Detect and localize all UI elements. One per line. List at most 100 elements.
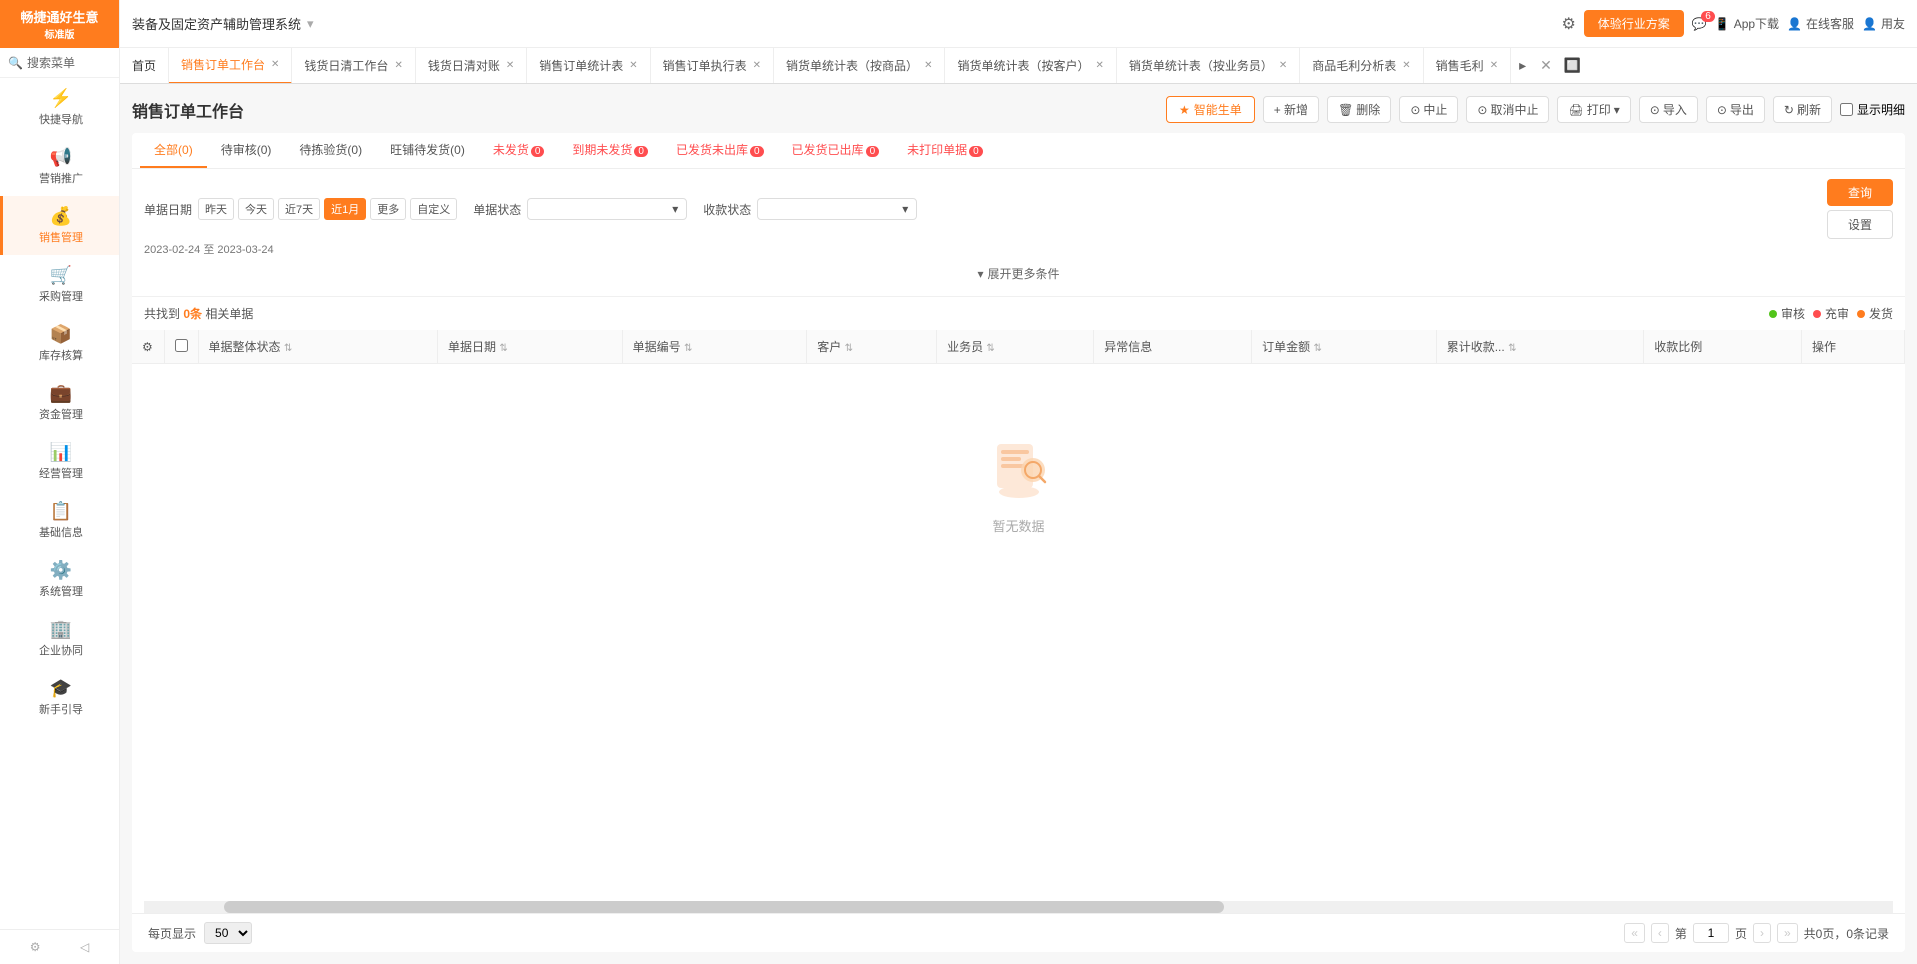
tab-sales-order[interactable]: 销售订单工作台 ✕ — [169, 48, 292, 84]
last-page-btn[interactable]: » — [1777, 923, 1798, 943]
export-btn[interactable]: ⊙ 导出 — [1706, 96, 1765, 123]
col-amount[interactable]: 订单金额 ⇅ — [1252, 330, 1437, 364]
sidebar-item-basic-info[interactable]: 📋 基础信息 — [0, 491, 119, 550]
col-collected[interactable]: 累计收款... ⇅ — [1436, 330, 1644, 364]
date-btn-today[interactable]: 今天 — [238, 198, 274, 220]
tab-pin-btn[interactable]: ✕ — [1534, 57, 1558, 74]
sidebar-search[interactable]: 🔍 搜索菜单 — [0, 48, 119, 78]
tab-sales-exec[interactable]: 销售订单执行表 ✕ — [651, 48, 774, 84]
tab-cash-daily-close[interactable]: ✕ — [394, 60, 402, 71]
show-detail-checkbox[interactable] — [1840, 103, 1853, 116]
filter-tab-not-printed[interactable]: 未打印单据0 — [893, 133, 997, 168]
app-download-btn[interactable]: 📱 App下载 — [1715, 15, 1779, 32]
sidebar-item-basic-info-label: 基础信息 — [39, 524, 83, 540]
tab-sales-profit-close[interactable]: ✕ — [1490, 60, 1498, 71]
date-btn-custom[interactable]: 自定义 — [410, 198, 457, 220]
tab-sales-profit[interactable]: 销售毛利 ✕ — [1424, 48, 1511, 84]
expand-more-btn[interactable]: ▾ 展开更多条件 — [144, 261, 1893, 286]
col-salesperson[interactable]: 业务员 ⇅ — [937, 330, 1094, 364]
online-service-btn[interactable]: 👤 在线客服 — [1787, 15, 1854, 32]
filter-tab-pending-review[interactable]: 待审核(0) — [207, 133, 286, 168]
filter-tab-pending-inspection[interactable]: 待拣验货(0) — [285, 133, 376, 168]
tab-unpin-btn[interactable]: 🔲 — [1558, 57, 1587, 74]
tab-sales-by-staff-close[interactable]: ✕ — [1279, 60, 1287, 71]
stop-btn[interactable]: ⊙ 中止 — [1399, 96, 1458, 123]
sidebar-item-guide[interactable]: 🎓 新手引导 — [0, 668, 119, 727]
prev-page-btn[interactable]: ‹ — [1651, 923, 1669, 943]
tab-more-btn[interactable]: ▸ — [1511, 57, 1534, 74]
delete-btn[interactable]: 🗑 删除 — [1327, 96, 1391, 123]
show-detail-toggle[interactable]: 显示明细 — [1840, 101, 1905, 118]
sidebar-item-marketing[interactable]: 📢 营销推广 — [0, 137, 119, 196]
user-btn[interactable]: 👤 用友 — [1862, 15, 1905, 32]
horizontal-scrollbar[interactable] — [144, 901, 1893, 913]
date-btn-last7[interactable]: 近7天 — [278, 198, 320, 220]
date-btn-more[interactable]: 更多 — [370, 198, 406, 220]
tab-cash-reconcile-close[interactable]: ✕ — [506, 60, 514, 71]
sidebar-item-inventory[interactable]: 📦 库存核算 — [0, 314, 119, 373]
filter-tab-expired-not-shipped[interactable]: 到期未发货0 — [558, 133, 662, 168]
scrollbar-thumb[interactable] — [224, 901, 1224, 913]
filter-tab-wangpu[interactable]: 旺铺待发货(0) — [376, 133, 479, 168]
filter-tab-shipped-not-out[interactable]: 已发货未出库0 — [662, 133, 778, 168]
tab-home[interactable]: 首页 — [120, 48, 169, 84]
tab-sales-stats[interactable]: 销售订单统计表 ✕ — [527, 48, 650, 84]
tab-sales-order-close[interactable]: ✕ — [271, 59, 279, 70]
unreviewed-btn[interactable]: 充审 — [1813, 305, 1849, 322]
print-btn[interactable]: 🖨 打印 ▾ — [1557, 96, 1630, 123]
topbar-gear-icon[interactable]: ⚙ — [1561, 14, 1575, 34]
dropdown-icon[interactable]: ▾ — [307, 16, 314, 32]
tab-margin-analysis-close[interactable]: ✕ — [1402, 60, 1410, 71]
first-page-btn[interactable]: « — [1624, 923, 1645, 943]
tab-sales-by-customer[interactable]: 销货单统计表（按客户） ✕ — [945, 48, 1116, 84]
filter-tab-not-shipped[interactable]: 未发货0 — [479, 133, 559, 168]
add-btn[interactable]: + 新增 — [1263, 96, 1319, 123]
date-btn-last1m[interactable]: 近1月 — [324, 198, 366, 220]
col-settings[interactable]: ⚙ — [132, 330, 164, 364]
tab-margin-analysis[interactable]: 商品毛利分析表 ✕ — [1300, 48, 1423, 84]
review-btn[interactable]: 审核 — [1769, 305, 1805, 322]
ship-btn[interactable]: 发货 — [1857, 305, 1893, 322]
page-input[interactable] — [1693, 923, 1729, 943]
sidebar-settings-icon[interactable]: ⚙ — [30, 940, 41, 954]
message-btn[interactable]: 💬 6 — [1692, 17, 1707, 31]
per-page-select[interactable]: 50 — [204, 922, 252, 944]
sidebar-item-purchase[interactable]: 🛒 采购管理 — [0, 255, 119, 314]
next-page-btn[interactable]: › — [1753, 923, 1771, 943]
col-checkbox[interactable] — [164, 330, 198, 364]
col-date[interactable]: 单据日期 ⇅ — [438, 330, 623, 364]
cancel-stop-btn[interactable]: ⊙ 取消中止 — [1466, 96, 1549, 123]
filter-tab-all[interactable]: 全部(0) — [140, 133, 207, 168]
tab-sales-stats-close[interactable]: ✕ — [629, 60, 637, 71]
filter-tab-shipped-out[interactable]: 已发货已出库0 — [778, 133, 894, 168]
sort-date-icon: ⇅ — [499, 343, 507, 354]
trial-btn[interactable]: 体验行业方案 — [1584, 10, 1684, 37]
col-status[interactable]: 单据整体状态 ⇅ — [198, 330, 438, 364]
tab-sales-exec-close[interactable]: ✕ — [753, 60, 761, 71]
select-all-checkbox[interactable] — [175, 339, 188, 352]
tab-sales-by-customer-close[interactable]: ✕ — [1095, 60, 1103, 71]
sidebar-item-sales[interactable]: 💰 销售管理 — [0, 196, 119, 255]
date-btn-yesterday[interactable]: 昨天 — [198, 198, 234, 220]
sidebar-item-enterprise[interactable]: 🏢 企业协同 — [0, 609, 119, 668]
col-number[interactable]: 单据编号 ⇅ — [622, 330, 807, 364]
payment-select[interactable]: ▾ — [757, 198, 917, 220]
import-btn[interactable]: ⊙ 导入 — [1639, 96, 1698, 123]
sidebar-item-operations[interactable]: 📊 经营管理 — [0, 432, 119, 491]
set-btn[interactable]: 设置 — [1827, 210, 1893, 239]
tab-sales-by-product[interactable]: 销货单统计表（按商品） ✕ — [774, 48, 945, 84]
tab-cash-reconcile[interactable]: 钱货日清对账 ✕ — [416, 48, 527, 84]
sidebar-item-finance[interactable]: 💼 资金管理 — [0, 373, 119, 432]
col-customer[interactable]: 客户 ⇅ — [807, 330, 937, 364]
smart-generate-btn[interactable]: ★ 智能生单 — [1166, 96, 1255, 123]
refresh-btn[interactable]: ↻ 刷新 — [1773, 96, 1832, 123]
status-select[interactable]: ▾ — [527, 198, 687, 220]
sidebar-collapse-icon[interactable]: ◁ — [80, 940, 89, 954]
query-btn[interactable]: 查询 — [1827, 179, 1893, 206]
sidebar-item-quick-nav[interactable]: ⚡ 快捷导航 — [0, 78, 119, 137]
tab-cash-daily[interactable]: 钱货日清工作台 ✕ — [292, 48, 415, 84]
table-scroll[interactable]: ⚙ 单据整体状态 ⇅ 单据日期 ⇅ 单据编号 — [132, 330, 1905, 901]
tab-sales-by-product-close[interactable]: ✕ — [924, 60, 932, 71]
sidebar-item-system[interactable]: ⚙️ 系统管理 — [0, 550, 119, 609]
tab-sales-by-staff[interactable]: 销货单统计表（按业务员） ✕ — [1117, 48, 1300, 84]
